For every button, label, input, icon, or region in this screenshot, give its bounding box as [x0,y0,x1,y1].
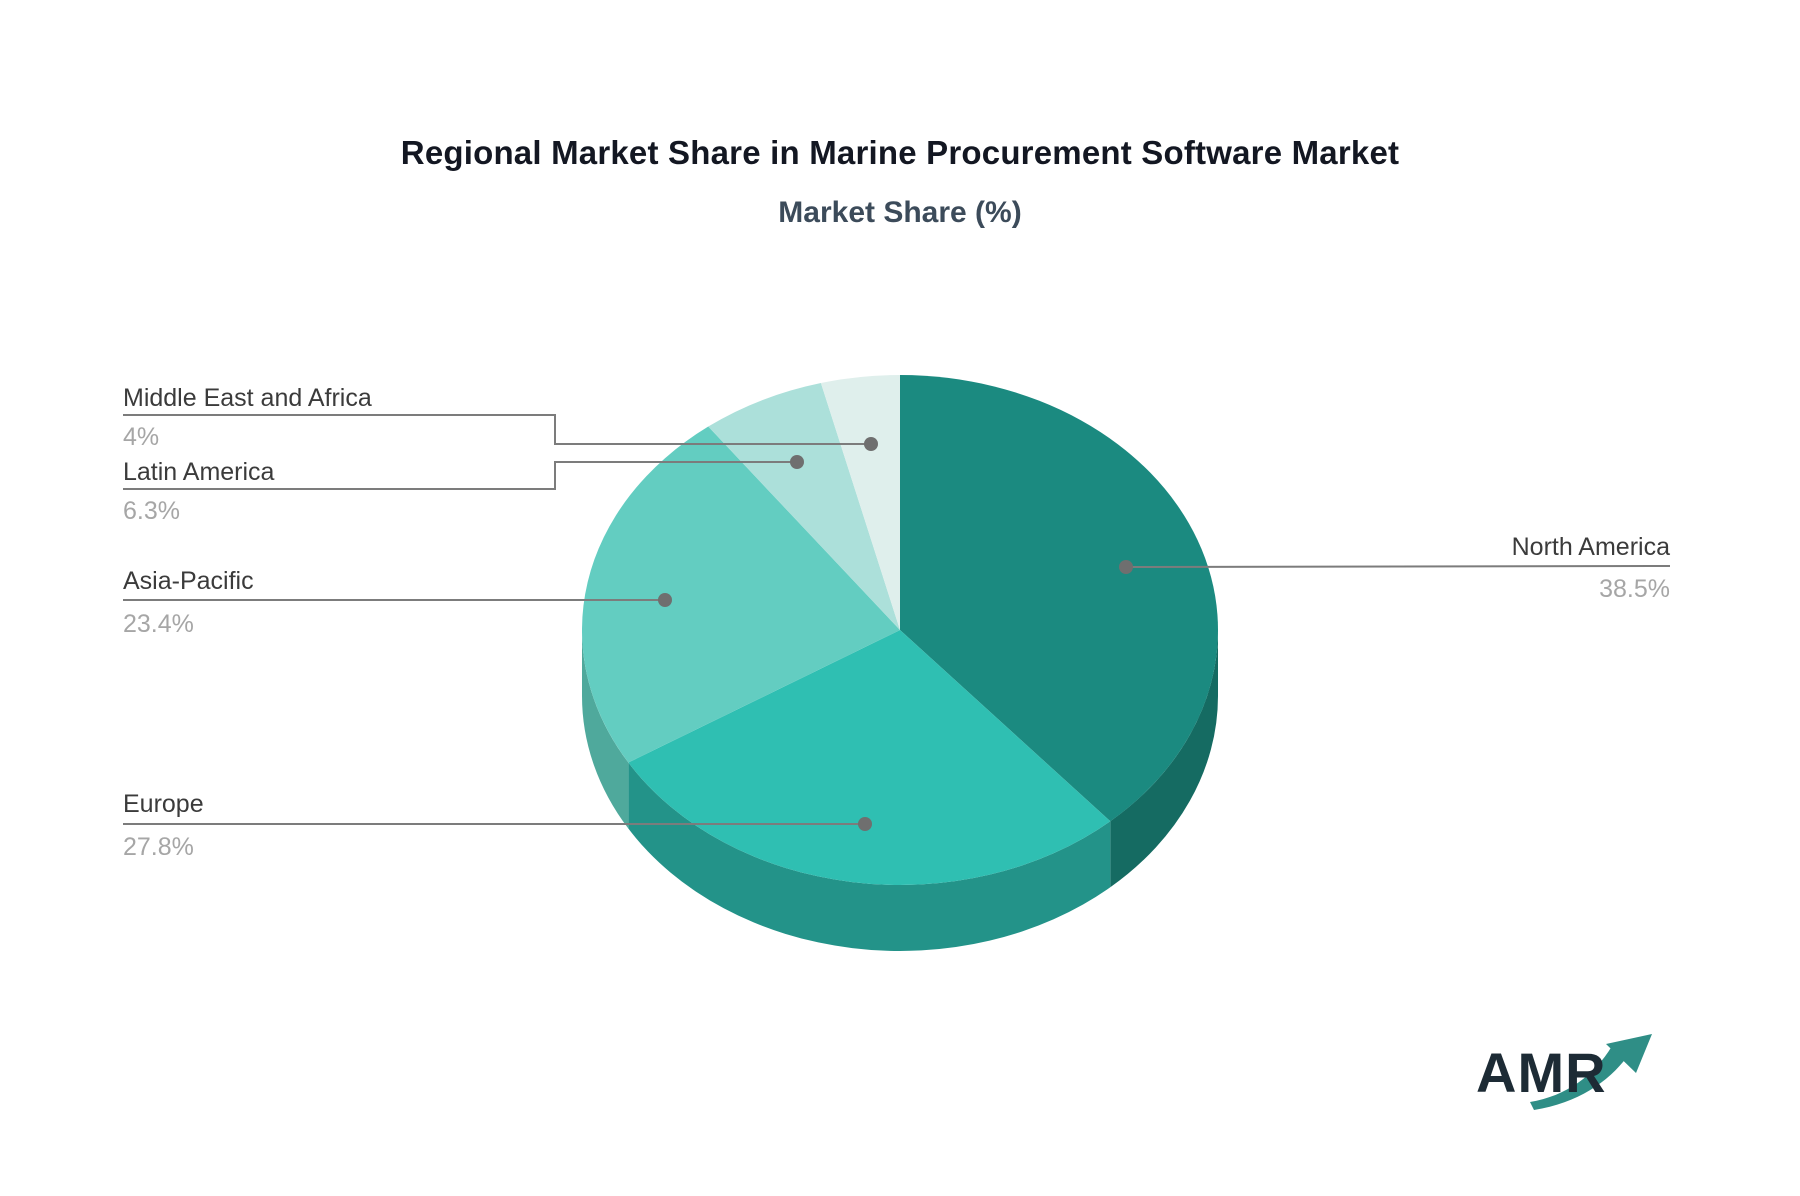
slice-label-europe: Europe [123,790,204,818]
slice-label-north-america: North America [1511,533,1670,561]
slice-label-middle-east-africa: Middle East and Africa [123,384,372,412]
slice-value-asia-pacific: 23.4% [123,610,194,638]
leader-dot-3 [790,455,804,469]
chart-canvas: Regional Market Share in Marine Procurem… [0,0,1800,1196]
leader-line-0 [1125,565,1671,568]
leader-dot-2 [658,593,672,607]
leader-dot-4 [864,437,878,451]
slice-label-asia-pacific: Asia-Pacific [123,567,254,595]
amr-logo-text: AMR [1476,1041,1607,1104]
slice-value-latin-america: 6.3% [123,497,180,525]
leader-dot-0 [1119,560,1133,574]
slice-value-europe: 27.8% [123,833,194,861]
slice-value-middle-east-africa: 4% [123,423,160,451]
amr-logo: AMR [1476,1040,1676,1120]
slice-value-north-america: 38.5% [1599,575,1670,603]
pie-chart [123,375,1671,1110]
leader-dot-1 [858,817,872,831]
slice-label-latin-america: Latin America [123,458,275,486]
